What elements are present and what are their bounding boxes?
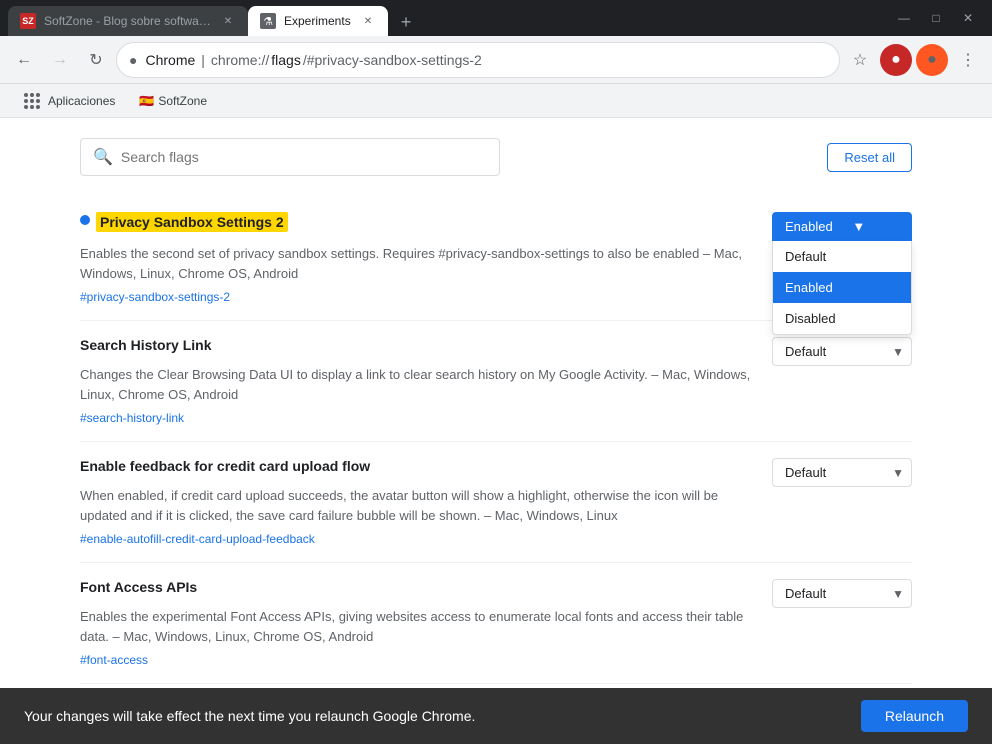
- notification-bar: Your changes will take effect the next t…: [0, 688, 992, 744]
- flag-link-privacy-sandbox[interactable]: #privacy-sandbox-settings-2: [80, 290, 230, 304]
- forward-button[interactable]: →: [44, 44, 76, 76]
- flag-title-row-search-history: Search History Link: [80, 337, 752, 359]
- flag-description-search-history: Changes the Clear Browsing Data UI to di…: [80, 365, 752, 404]
- dropdown-wrapper-privacy-sandbox: Enabled ▼ Default Enabled Disabled: [772, 212, 912, 241]
- softzone-flag-icon: 🇪🇸: [139, 94, 154, 108]
- address-bar[interactable]: ● Chrome | chrome://flags/#privacy-sandb…: [116, 42, 840, 78]
- nav-actions: ☆ ● ● ⋮: [844, 44, 984, 76]
- flag-item-privacy-sandbox: Privacy Sandbox Settings 2 Enables the s…: [80, 196, 912, 321]
- dropdown-select-credit-card[interactable]: Default Enabled Disabled: [772, 458, 912, 487]
- bookmark-button[interactable]: ☆: [844, 44, 876, 76]
- address-bar-lock-icon: ●: [129, 52, 137, 68]
- bookmarks-bar: Aplicaciones 🇪🇸 SoftZone: [0, 84, 992, 118]
- flag-description-credit-card: When enabled, if credit card upload succ…: [80, 486, 752, 525]
- flag-control-credit-card: Default Enabled Disabled ▼: [772, 458, 912, 487]
- flags-header: 🔍 Reset all: [0, 118, 992, 196]
- window-controls: — □ ✕: [896, 10, 984, 26]
- dropdown-select-search-history[interactable]: Default Enabled Disabled: [772, 337, 912, 366]
- tab-softzone-title: SoftZone - Blog sobre software,: [44, 14, 212, 28]
- apps-bookmark[interactable]: Aplicaciones: [12, 85, 123, 117]
- menu-button[interactable]: ⋮: [952, 44, 984, 76]
- tab-experiments-title: Experiments: [284, 14, 352, 28]
- flag-title-font-access: Font Access APIs: [80, 579, 197, 595]
- flag-content-credit-card: Enable feedback for credit card upload f…: [80, 458, 752, 546]
- flag-title-credit-card: Enable feedback for credit card upload f…: [80, 458, 370, 474]
- profile-button[interactable]: ●: [916, 44, 948, 76]
- search-icon: 🔍: [93, 147, 113, 167]
- refresh-button[interactable]: ↻: [80, 44, 112, 76]
- flag-title-row-font-access: Font Access APIs: [80, 579, 752, 601]
- address-flags: flags: [271, 52, 301, 68]
- relaunch-button[interactable]: Relaunch: [861, 700, 968, 732]
- apps-label: Aplicaciones: [48, 94, 115, 108]
- back-button[interactable]: ←: [8, 44, 40, 76]
- extensions-button[interactable]: ●: [880, 44, 912, 76]
- flag-content-font-access: Font Access APIs Enables the experimenta…: [80, 579, 752, 667]
- address-text: Chrome | chrome://flags/#privacy-sandbox…: [145, 52, 827, 68]
- dropdown-select-font-access[interactable]: Default Enabled Disabled: [772, 579, 912, 608]
- flag-description-font-access: Enables the experimental Font Access API…: [80, 607, 752, 646]
- dropdown-wrapper-credit-card: Default Enabled Disabled ▼: [772, 458, 912, 487]
- tab-softzone-favicon: SZ: [20, 13, 36, 29]
- dropdown-option-default[interactable]: Default: [773, 241, 911, 272]
- tab-experiments-favicon: ⚗: [260, 13, 276, 29]
- dropdown-trigger-privacy-sandbox[interactable]: Enabled ▼: [772, 212, 912, 241]
- softzone-bookmark[interactable]: 🇪🇸 SoftZone: [131, 90, 215, 112]
- tabs-area: SZ SoftZone - Blog sobre software, ✕ ⚗ E…: [8, 0, 896, 36]
- flag-content-privacy-sandbox: Privacy Sandbox Settings 2 Enables the s…: [80, 212, 752, 304]
- dropdown-wrapper-font-access: Default Enabled Disabled ▼: [772, 579, 912, 608]
- flag-control-privacy-sandbox: Enabled ▼ Default Enabled Disabled: [772, 212, 912, 241]
- reset-all-button[interactable]: Reset all: [827, 143, 912, 172]
- notification-message: Your changes will take effect the next t…: [24, 708, 475, 724]
- flag-link-search-history[interactable]: #search-history-link: [80, 411, 184, 425]
- dropdown-wrapper-search-history: Default Enabled Disabled ▼: [772, 337, 912, 366]
- dropdown-option-enabled[interactable]: Enabled: [773, 272, 911, 303]
- flag-link-font-access[interactable]: #font-access: [80, 653, 148, 667]
- flag-item-search-history: Search History Link Changes the Clear Br…: [80, 321, 912, 442]
- flags-list: Privacy Sandbox Settings 2 Enables the s…: [0, 196, 992, 688]
- address-path: /#privacy-sandbox-settings-2: [303, 52, 482, 68]
- minimize-button[interactable]: —: [896, 10, 912, 26]
- softzone-label: SoftZone: [158, 94, 207, 108]
- dropdown-value-privacy-sandbox: Enabled: [785, 219, 833, 234]
- flag-title-search-history: Search History Link: [80, 337, 212, 353]
- search-box[interactable]: 🔍: [80, 138, 500, 176]
- flag-item-credit-card: Enable feedback for credit card upload f…: [80, 442, 912, 563]
- browser-chrome: SZ SoftZone - Blog sobre software, ✕ ⚗ E…: [0, 0, 992, 118]
- tab-experiments[interactable]: ⚗ Experiments ✕: [248, 6, 388, 36]
- address-domain: Chrome: [145, 52, 195, 68]
- dropdown-option-disabled[interactable]: Disabled: [773, 303, 911, 334]
- flag-item-font-access: Font Access APIs Enables the experimenta…: [80, 563, 912, 684]
- address-separator: |: [201, 52, 205, 68]
- flag-indicator-privacy-sandbox: [80, 215, 90, 225]
- tab-softzone[interactable]: SZ SoftZone - Blog sobre software, ✕: [8, 6, 248, 36]
- flag-content-search-history: Search History Link Changes the Clear Br…: [80, 337, 752, 425]
- title-bar: SZ SoftZone - Blog sobre software, ✕ ⚗ E…: [0, 0, 992, 36]
- flag-title-row-privacy-sandbox: Privacy Sandbox Settings 2: [80, 212, 752, 238]
- search-input[interactable]: [121, 149, 487, 165]
- flag-description-privacy-sandbox: Enables the second set of privacy sandbo…: [80, 244, 752, 283]
- maximize-button[interactable]: □: [928, 10, 944, 26]
- flag-title-row-credit-card: Enable feedback for credit card upload f…: [80, 458, 752, 480]
- nav-bar: ← → ↻ ● Chrome | chrome://flags/#privacy…: [0, 36, 992, 84]
- flag-control-font-access: Default Enabled Disabled ▼: [772, 579, 912, 608]
- new-tab-button[interactable]: +: [392, 8, 420, 36]
- close-button[interactable]: ✕: [960, 10, 976, 26]
- page-content: 🔍 Reset all Privacy Sandbox Settings 2 E…: [0, 118, 992, 688]
- address-protocol: chrome://: [211, 52, 269, 68]
- flag-link-credit-card[interactable]: #enable-autofill-credit-card-upload-feed…: [80, 532, 315, 546]
- flag-control-search-history: Default Enabled Disabled ▼: [772, 337, 912, 366]
- apps-icon: [20, 89, 44, 113]
- tab-softzone-close[interactable]: ✕: [220, 13, 236, 29]
- dropdown-menu-privacy-sandbox: Default Enabled Disabled: [772, 241, 912, 335]
- tab-experiments-close[interactable]: ✕: [360, 13, 376, 29]
- flag-title-privacy-sandbox: Privacy Sandbox Settings 2: [96, 212, 288, 232]
